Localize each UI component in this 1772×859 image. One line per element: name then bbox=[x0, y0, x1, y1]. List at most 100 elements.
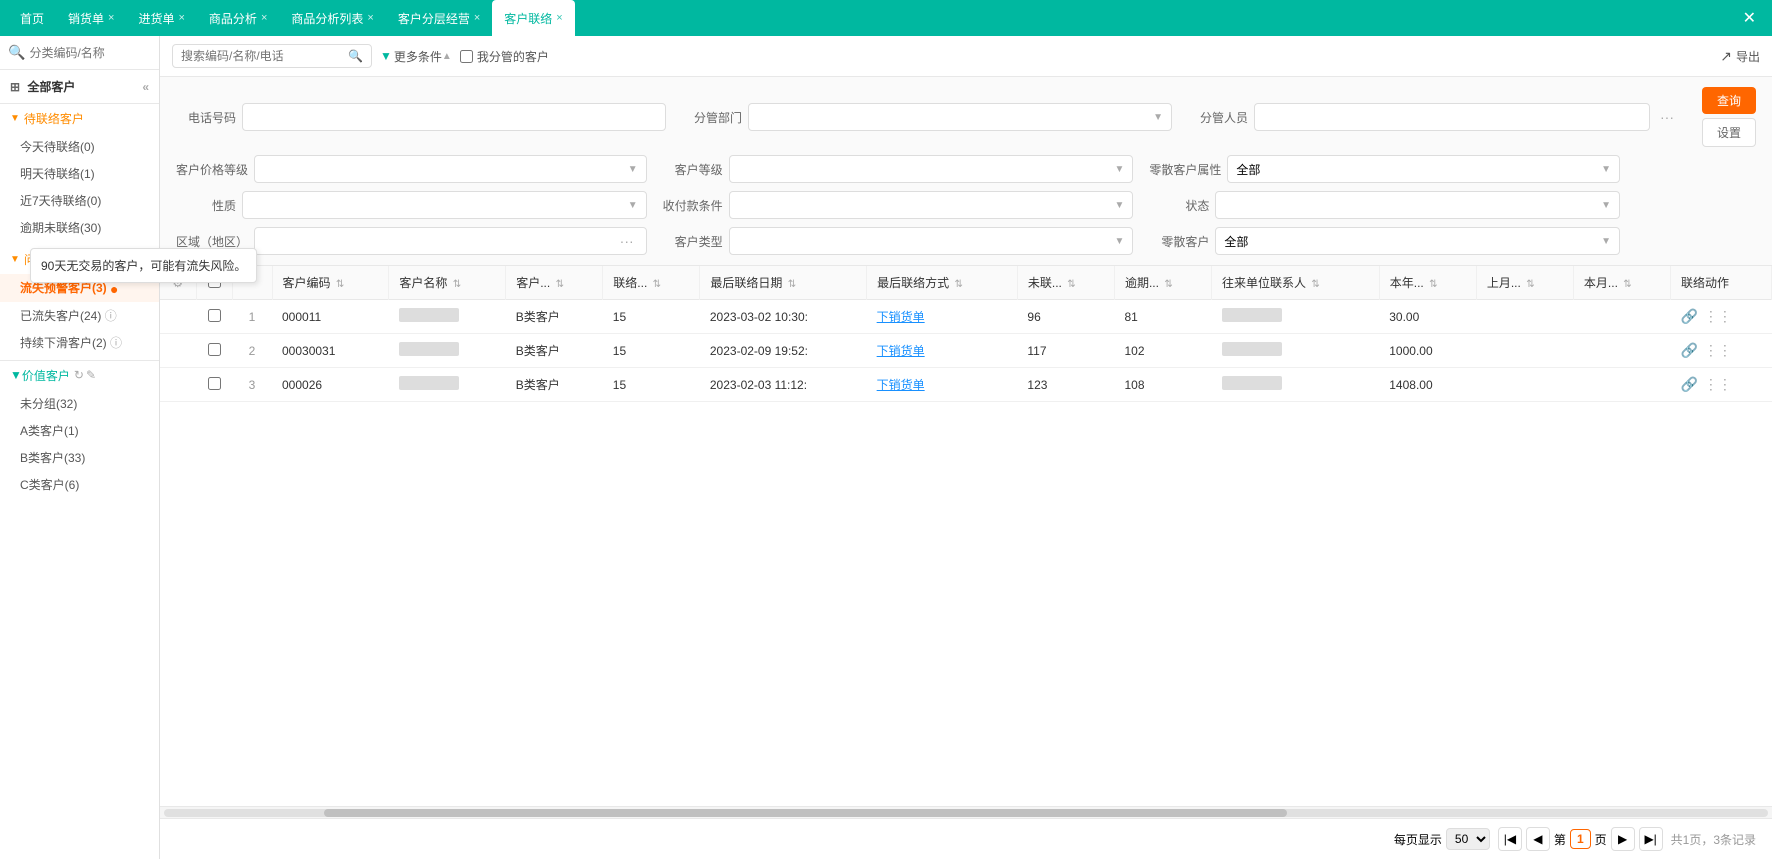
sort-date-icon[interactable]: ⇅ bbox=[788, 279, 796, 290]
sort-this-year-icon[interactable]: ⇅ bbox=[1429, 279, 1437, 290]
customer-level-select[interactable]: ▼ bbox=[729, 155, 1134, 183]
sidebar-item-ungrouped[interactable]: 未分组(32) bbox=[0, 390, 159, 417]
region-label: 区域（地区） bbox=[176, 233, 248, 250]
churn-warning-label: 流失预警客户(3) bbox=[20, 281, 107, 295]
customer-type-select[interactable]: ▼ bbox=[729, 227, 1134, 255]
status-select[interactable]: ▼ bbox=[1215, 191, 1620, 219]
action-icons-3: 🔗 ⋮⋮ bbox=[1680, 376, 1761, 393]
price-level-select[interactable]: ▼ bbox=[254, 155, 647, 183]
sidebar-item-declining[interactable]: 持续下滑客户(2) ⓘ bbox=[0, 329, 159, 356]
th-last-date-label: 最后联络日期 bbox=[710, 276, 782, 290]
filter-status: 状态 ▼ bbox=[1149, 191, 1620, 219]
nav-close-sales[interactable]: × bbox=[108, 12, 114, 24]
sidebar-item-today[interactable]: 今天待联络(0) bbox=[0, 133, 159, 160]
th-this-year: 本年... ⇅ bbox=[1379, 266, 1476, 300]
manager-more-icon[interactable]: ··· bbox=[1656, 109, 1678, 125]
my-customers-checkbox[interactable] bbox=[460, 50, 473, 63]
sort-company-contact-icon[interactable]: ⇅ bbox=[1311, 279, 1319, 290]
action-link-icon-3[interactable]: 🔗 bbox=[1680, 376, 1697, 393]
nav-item-purchase[interactable]: 进货单 × bbox=[126, 0, 196, 36]
next-page-btn[interactable]: ▶ bbox=[1611, 827, 1635, 851]
table-area: ⚙ 客户编码 ⇅ 客户名称 ⇅ bbox=[160, 266, 1772, 806]
sidebar-item-class-c[interactable]: C类客户(6) bbox=[0, 471, 159, 498]
sidebar-section-value[interactable]: ▼ 价值客户 ↻ ✎ bbox=[0, 360, 159, 390]
h-scrollbar-thumb[interactable] bbox=[324, 809, 1286, 817]
export-btn[interactable]: ↗ 导出 bbox=[1720, 48, 1760, 65]
region-more-icon[interactable]: ··· bbox=[616, 233, 638, 249]
payment-select[interactable]: ▼ bbox=[729, 191, 1134, 219]
row-checkbox-2[interactable] bbox=[208, 343, 221, 356]
window-close-button[interactable]: ✕ bbox=[1735, 8, 1764, 28]
action-menu-icon-1[interactable]: ⋮⋮ bbox=[1704, 308, 1732, 325]
td-overdue-2: 102 bbox=[1114, 334, 1211, 368]
export-label: 导出 bbox=[1736, 48, 1760, 65]
td-action-2: 🔗 ⋮⋮ bbox=[1670, 334, 1771, 368]
nav-item-home[interactable]: 首页 bbox=[8, 0, 56, 36]
th-this-month: 本月... ⇅ bbox=[1573, 266, 1670, 300]
dept-select[interactable]: ▼ bbox=[748, 103, 1172, 131]
sort-contact-icon[interactable]: ⇅ bbox=[653, 279, 661, 290]
last-page-btn[interactable]: ▶| bbox=[1639, 827, 1663, 851]
more-conditions-btn[interactable]: ▼ 更多条件 ▲ bbox=[380, 48, 452, 65]
nav-item-customer-layer[interactable]: 客户分层经营 × bbox=[386, 0, 492, 36]
sort-code-icon[interactable]: ⇅ bbox=[336, 279, 344, 290]
sidebar-item-week[interactable]: 近7天待联络(0) bbox=[0, 187, 159, 214]
manager-select[interactable] bbox=[1254, 103, 1650, 131]
row-last-method-3[interactable]: 下销货单 bbox=[877, 378, 925, 392]
per-page-select[interactable]: 50 bbox=[1446, 828, 1490, 850]
refresh-value-icon[interactable]: ↻ bbox=[74, 368, 84, 382]
filter-manager: 分管人员 ··· bbox=[1188, 103, 1678, 131]
td-check-3 bbox=[196, 368, 232, 402]
nav-item-goods-analysis-list[interactable]: 商品分析列表 × bbox=[279, 0, 385, 36]
nav-close-purchase[interactable]: × bbox=[178, 12, 184, 24]
sidebar-item-class-a[interactable]: A类客户(1) bbox=[0, 417, 159, 444]
sort-this-month-icon[interactable]: ⇅ bbox=[1623, 279, 1631, 290]
sort-name-icon[interactable]: ⇅ bbox=[453, 279, 461, 290]
nav-close-customer-layer[interactable]: × bbox=[474, 12, 480, 24]
row-checkbox-3[interactable] bbox=[208, 377, 221, 390]
sidebar-item-tomorrow[interactable]: 明天待联络(1) bbox=[0, 160, 159, 187]
sort-last-month-icon[interactable]: ⇅ bbox=[1526, 279, 1534, 290]
nav-item-sales[interactable]: 销货单 × bbox=[56, 0, 126, 36]
nav-item-customer-contact[interactable]: 客户联络 × bbox=[492, 0, 574, 36]
row-last-method-1[interactable]: 下销货单 bbox=[877, 310, 925, 324]
retail-arrow: ▼ bbox=[1601, 236, 1611, 247]
edit-value-icon[interactable]: ✎ bbox=[86, 368, 96, 382]
horizontal-scrollbar[interactable] bbox=[160, 806, 1772, 818]
nav-close-customer-contact[interactable]: × bbox=[556, 12, 562, 24]
row-this-year-2: 1000.00 bbox=[1389, 344, 1432, 358]
sort-overdue-icon[interactable]: ⇅ bbox=[1164, 279, 1172, 290]
nav-close-goods-analysis-list[interactable]: × bbox=[367, 12, 373, 24]
row-no-contact-2: 117 bbox=[1027, 344, 1046, 358]
td-no-contact-3: 123 bbox=[1017, 368, 1114, 402]
sort-no-contact-icon[interactable]: ⇅ bbox=[1067, 279, 1075, 290]
retail-select[interactable]: 全部 ▼ bbox=[1215, 227, 1620, 255]
query-button[interactable]: 查询 bbox=[1702, 87, 1756, 114]
nav-item-goods-analysis[interactable]: 商品分析 × bbox=[197, 0, 279, 36]
search-icon[interactable]: 🔍 bbox=[348, 49, 363, 63]
search-input[interactable] bbox=[181, 49, 348, 63]
sidebar-search-input[interactable] bbox=[29, 46, 160, 60]
row-last-method-2[interactable]: 下销货单 bbox=[877, 344, 925, 358]
action-link-icon-1[interactable]: 🔗 bbox=[1680, 308, 1697, 325]
nav-close-goods-analysis[interactable]: × bbox=[261, 12, 267, 24]
action-menu-icon-3[interactable]: ⋮⋮ bbox=[1704, 376, 1732, 393]
sidebar-item-overdue[interactable]: 逾期未联络(30) bbox=[0, 214, 159, 241]
action-link-icon-2[interactable]: 🔗 bbox=[1680, 342, 1697, 359]
sidebar-all-customers[interactable]: ⊞ 全部客户 « bbox=[0, 70, 159, 104]
settings-button[interactable]: 设置 bbox=[1702, 118, 1756, 147]
nature-select[interactable]: ▼ bbox=[242, 191, 647, 219]
action-menu-icon-2[interactable]: ⋮⋮ bbox=[1704, 342, 1732, 359]
sidebar-item-lost[interactable]: 已流失客户(24) ⓘ bbox=[0, 302, 159, 329]
prev-page-btn[interactable]: ◀ bbox=[1526, 827, 1550, 851]
sidebar-section-pending[interactable]: ▼ 待联络客户 bbox=[0, 104, 159, 133]
sort-method-icon[interactable]: ⇅ bbox=[955, 279, 963, 290]
phone-input[interactable] bbox=[242, 103, 666, 131]
retail-attr-select[interactable]: 全部 ▼ bbox=[1227, 155, 1620, 183]
sort-type-icon[interactable]: ⇅ bbox=[556, 279, 564, 290]
first-page-btn[interactable]: |◀ bbox=[1498, 827, 1522, 851]
td-last-method-2: 下销货单 bbox=[867, 334, 1018, 368]
region-select[interactable]: ··· bbox=[254, 227, 647, 255]
row-checkbox-1[interactable] bbox=[208, 309, 221, 322]
sidebar-item-class-b[interactable]: B类客户(33) bbox=[0, 444, 159, 471]
